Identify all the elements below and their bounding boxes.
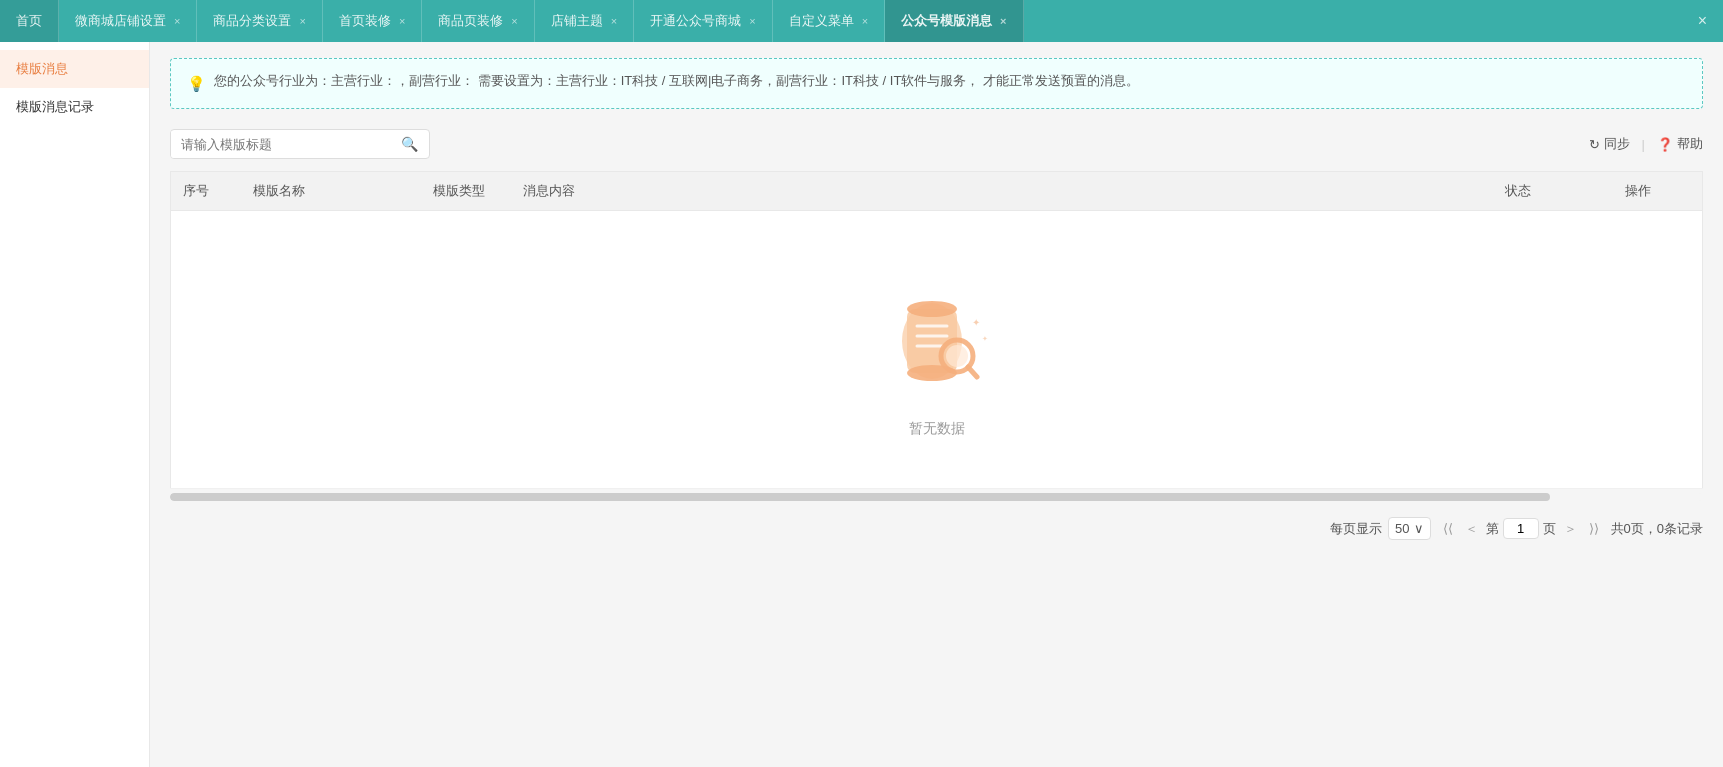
table-header-name: 模版名称 xyxy=(241,172,421,211)
nav-tab-2[interactable]: 商品分类设置× xyxy=(197,0,322,42)
page-label: 第 xyxy=(1486,520,1499,538)
page-unit: 页 xyxy=(1543,520,1556,538)
svg-point-8 xyxy=(946,345,968,367)
svg-point-2 xyxy=(907,301,957,317)
svg-text:✦: ✦ xyxy=(982,335,988,342)
empty-state: ✦ ✦ 暂无数据 xyxy=(183,221,1690,478)
empty-icon: ✦ ✦ xyxy=(183,281,1690,404)
nav-tab-7[interactable]: 自定义菜单× xyxy=(773,0,885,42)
search-bar: 🔍 ↻ 同步 | ❓ 帮助 xyxy=(170,129,1703,159)
sync-button[interactable]: ↻ 同步 xyxy=(1589,135,1630,153)
table-head: 序号模版名称模版类型消息内容状态操作 xyxy=(171,172,1703,211)
nav-tab-close-6[interactable]: × xyxy=(749,15,755,27)
main-layout: 模版消息模版消息记录 💡 您的公众号行业为：主营行业：，副营行业： 需要设置为：… xyxy=(0,42,1723,767)
page-size-label: 每页显示 xyxy=(1330,520,1382,538)
table-header-action: 操作 xyxy=(1613,172,1703,211)
table-header-status: 状态 xyxy=(1493,172,1613,211)
sidebar: 模版消息模版消息记录 xyxy=(0,42,150,767)
toolbar-divider: | xyxy=(1642,137,1645,152)
next-page-button[interactable]: ＞ xyxy=(1560,518,1581,540)
page-size-value: 50 xyxy=(1395,521,1409,536)
sidebar-item-1[interactable]: 模版消息记录 xyxy=(0,88,149,126)
search-input[interactable] xyxy=(171,131,391,158)
nav-tab-close-2[interactable]: × xyxy=(299,15,305,27)
search-input-wrap: 🔍 xyxy=(170,129,430,159)
nav-tab-close-4[interactable]: × xyxy=(511,15,517,27)
help-icon: ❓ xyxy=(1657,137,1673,152)
pagination: 每页显示 50 ∨ ⟨⟨ ＜ 第 页 ＞ ⟩⟩ 共0页，0条记录 xyxy=(170,505,1703,544)
page-size-dropdown[interactable]: 50 ∨ xyxy=(1388,517,1430,540)
top-nav: 首页微商城店铺设置×商品分类设置×首页装修×商品页装修×店铺主题×开通公众号商城… xyxy=(0,0,1723,42)
nav-tab-close-3[interactable]: × xyxy=(399,15,405,27)
sync-label: 同步 xyxy=(1604,135,1630,153)
svg-text:✦: ✦ xyxy=(972,317,980,328)
nav-tab-4[interactable]: 商品页装修× xyxy=(422,0,534,42)
prev-page-button[interactable]: ＜ xyxy=(1461,518,1482,540)
empty-text: 暂无数据 xyxy=(183,420,1690,438)
svg-line-9 xyxy=(968,367,977,377)
page-size-select: 每页显示 50 ∨ xyxy=(1330,517,1430,540)
notice-prefix: 您的公众号行业为：主营行业：，副营行业： xyxy=(214,73,474,88)
close-all-button[interactable]: × xyxy=(1682,0,1723,42)
chevron-down-icon: ∨ xyxy=(1414,521,1424,536)
nav-tab-close-5[interactable]: × xyxy=(611,15,617,27)
content-area: 💡 您的公众号行业为：主营行业：，副营行业： 需要设置为：主营行业：IT科技 /… xyxy=(150,42,1723,767)
nav-tab-3[interactable]: 首页装修× xyxy=(323,0,422,42)
nav-tab-5[interactable]: 店铺主题× xyxy=(535,0,634,42)
page-total: 共0页，0条记录 xyxy=(1611,520,1703,538)
help-button[interactable]: ❓ 帮助 xyxy=(1657,135,1703,153)
notice-icon: 💡 xyxy=(187,72,206,96)
scroll-bar-thumb xyxy=(170,493,1550,501)
nav-tab-0[interactable]: 首页 xyxy=(0,0,59,42)
nav-tab-6[interactable]: 开通公众号商城× xyxy=(634,0,772,42)
notice-text: 您的公众号行业为：主营行业：，副营行业： 需要设置为：主营行业：IT科技 / 互… xyxy=(214,71,1139,92)
notice-box: 💡 您的公众号行业为：主营行业：，副营行业： 需要设置为：主营行业：IT科技 /… xyxy=(170,58,1703,109)
nav-tab-close-1[interactable]: × xyxy=(174,15,180,27)
notice-highlight: 需要设置为：主营行业：IT科技 / 互联网|电子商务，副营行业：IT科技 / I… xyxy=(478,73,980,88)
nav-tab-1[interactable]: 微商城店铺设置× xyxy=(59,0,197,42)
table-empty-row: ✦ ✦ 暂无数据 xyxy=(171,211,1703,489)
help-label: 帮助 xyxy=(1677,135,1703,153)
sync-icon: ↻ xyxy=(1589,137,1600,152)
table-header-content: 消息内容 xyxy=(511,172,1493,211)
last-page-button[interactable]: ⟩⟩ xyxy=(1585,519,1603,538)
nav-tab-close-7[interactable]: × xyxy=(862,15,868,27)
nav-tab-close-8[interactable]: × xyxy=(1000,15,1006,27)
search-button[interactable]: 🔍 xyxy=(391,130,428,158)
notice-suffix: 才能正常发送预置的消息。 xyxy=(983,73,1139,88)
table-header-type: 模版类型 xyxy=(421,172,511,211)
page-nav: ⟨⟨ ＜ 第 页 ＞ ⟩⟩ xyxy=(1439,518,1603,540)
table-header-index: 序号 xyxy=(171,172,241,211)
data-table: 序号模版名称模版类型消息内容状态操作 xyxy=(170,171,1703,489)
scroll-bar[interactable] xyxy=(170,493,1703,501)
nav-tab-8[interactable]: 公众号模版消息× xyxy=(885,0,1023,42)
page-input[interactable] xyxy=(1503,518,1539,539)
sidebar-item-0[interactable]: 模版消息 xyxy=(0,50,149,88)
first-page-button[interactable]: ⟨⟨ xyxy=(1439,519,1457,538)
toolbar-right: ↻ 同步 | ❓ 帮助 xyxy=(1589,135,1703,153)
